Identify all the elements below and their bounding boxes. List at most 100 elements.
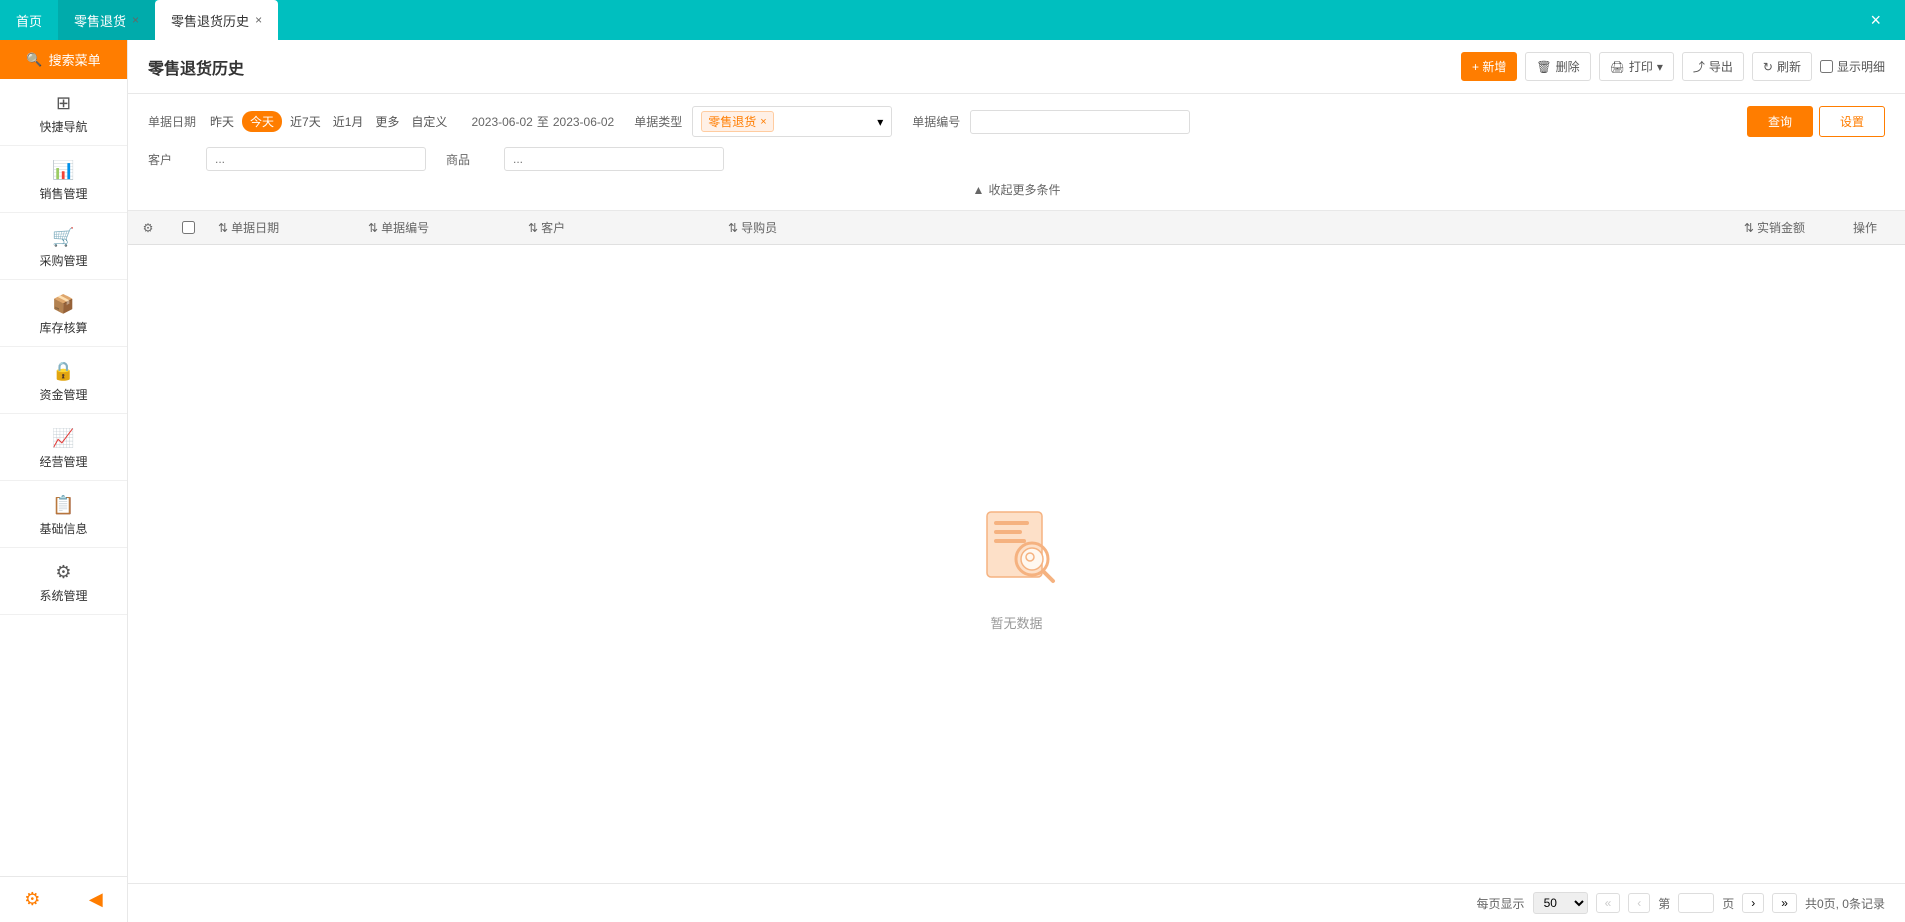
bill-no-input[interactable]	[970, 110, 1190, 134]
page-unit: 页	[1722, 895, 1734, 912]
bill-type-select[interactable]: 零售退货 × ▾	[692, 106, 892, 137]
sidebar-item-system-label: 系统管理	[39, 587, 87, 604]
th-settings[interactable]: ⚙	[128, 221, 168, 235]
filter-group-customer: 客户	[148, 147, 426, 171]
settings-bottom-icon[interactable]: ⚙	[24, 889, 40, 910]
th-billno[interactable]: ⇅ 单据编号	[358, 219, 518, 236]
th-date[interactable]: ⇅ 单据日期	[208, 219, 358, 236]
page-size-select[interactable]: 10 20 50 100	[1533, 892, 1588, 914]
collapse-sidebar-icon[interactable]: ◀	[89, 889, 103, 910]
bill-type-dropdown-icon: ▾	[877, 115, 883, 129]
refresh-button[interactable]: ↻ 刷新	[1752, 52, 1812, 81]
date-btn-yesterday[interactable]: 昨天	[206, 111, 238, 132]
bill-type-chip-remove[interactable]: ×	[760, 116, 766, 128]
sidebar-item-sales[interactable]: 📊 销售管理	[0, 146, 127, 213]
goods-input[interactable]	[504, 147, 724, 171]
th-customer[interactable]: ⇅ 客户	[518, 219, 718, 236]
add-button[interactable]: + 新增	[1461, 52, 1517, 81]
filter-row-2: 客户 商品	[148, 147, 1885, 171]
show-detail-text: 显示明细	[1837, 58, 1885, 75]
tab-retail-return-close[interactable]: ×	[132, 13, 139, 27]
pagination-bar: 每页显示 10 20 50 100 « ‹ 第 1 页 › » 共0页, 0条记…	[128, 883, 1905, 922]
refresh-icon: ↻	[1763, 60, 1773, 74]
tab-home[interactable]: 首页	[0, 0, 58, 40]
date-btn-more[interactable]: 更多	[371, 111, 403, 132]
sidebar-search-label: 搜索菜单	[49, 50, 101, 69]
customer-filter-label: 客户	[148, 151, 198, 168]
export-button[interactable]: ⤴ 导出	[1682, 52, 1744, 81]
sidebar-item-purchase[interactable]: 🛒 采购管理	[0, 213, 127, 280]
query-button[interactable]: 查询	[1747, 106, 1813, 137]
th-billno-label: 单据编号	[381, 219, 429, 236]
th-amount-label: 实销金额	[1757, 219, 1805, 236]
filter-group-date: 单据日期 昨天 今天 近7天 近1月 更多 自定义	[148, 111, 451, 132]
delete-button[interactable]: 🗑 删除	[1525, 52, 1590, 81]
tab-retail-return-history-close[interactable]: ×	[255, 13, 262, 27]
sidebar-item-inventory[interactable]: 📦 库存核算	[0, 280, 127, 347]
bill-no-label: 单据编号	[912, 113, 962, 130]
sidebar-item-basic[interactable]: 📋 基础信息	[0, 481, 127, 548]
top-bar: 首页 零售退货 × 零售退货历史 × ×	[0, 0, 1905, 40]
tab-home-label: 首页	[16, 11, 42, 30]
operation-icon: 📈	[52, 428, 74, 449]
customer-input[interactable]	[206, 147, 426, 171]
collapse-label: 收起更多条件	[988, 181, 1060, 198]
system-icon: ⚙	[55, 562, 71, 583]
sidebar-item-basic-label: 基础信息	[39, 520, 87, 537]
page-prev-button[interactable]: ‹	[1628, 893, 1650, 913]
date-btn-today[interactable]: 今天	[242, 111, 282, 132]
th-amount-sort-icon: ⇅	[1744, 221, 1754, 235]
export-label: 导出	[1709, 58, 1733, 75]
print-button[interactable]: 🖨 打印 ▾	[1599, 52, 1674, 81]
sidebar: 🔍 搜索菜单 ⊞ 快捷导航 📊 销售管理 🛒 采购管理 📦 库存核算 🔒 资金管…	[0, 40, 128, 922]
content-area: 零售退货历史 + 新增 🗑 删除 🖨 打印 ▾ ⤴ 导出 ↻	[128, 40, 1905, 922]
show-detail-label[interactable]: 显示明细	[1820, 58, 1885, 75]
th-date-label: 单据日期	[231, 219, 279, 236]
date-btn-custom[interactable]: 自定义	[407, 111, 451, 132]
empty-state: 暂无数据	[128, 245, 1905, 883]
sidebar-bottom: ⚙ ◀	[0, 876, 127, 922]
date-btn-7days[interactable]: 近7天	[286, 111, 325, 132]
sidebar-item-finance-label: 资金管理	[39, 386, 87, 403]
date-buttons: 昨天 今天 近7天 近1月 更多 自定义	[206, 111, 451, 132]
sidebar-search[interactable]: 🔍 搜索菜单	[0, 40, 127, 79]
page-size-label: 每页显示	[1477, 895, 1525, 912]
page-number-input[interactable]: 1	[1678, 893, 1714, 913]
empty-illustration	[967, 497, 1067, 597]
empty-text: 暂无数据	[990, 613, 1042, 632]
page-next-button[interactable]: ›	[1742, 893, 1764, 913]
th-checkbox[interactable]	[168, 221, 208, 234]
top-bar-right: ×	[1862, 10, 1905, 31]
search-icon: 🔍	[26, 52, 42, 68]
tab-list: 首页 零售退货 × 零售退货历史 ×	[0, 0, 1862, 40]
sidebar-item-system[interactable]: ⚙ 系统管理	[0, 548, 127, 615]
th-guide[interactable]: ⇅ 导购员	[718, 219, 838, 236]
page-last-button[interactable]: »	[1772, 893, 1797, 913]
show-detail-checkbox[interactable]	[1820, 60, 1833, 73]
finance-icon: 🔒	[52, 361, 74, 382]
window-close-button[interactable]: ×	[1862, 10, 1889, 31]
date-btn-1month[interactable]: 近1月	[329, 111, 368, 132]
tab-retail-return-history[interactable]: 零售退货历史 ×	[155, 0, 278, 40]
settings-button[interactable]: 设置	[1819, 106, 1885, 137]
print-dropdown-icon: ▾	[1657, 60, 1663, 74]
sidebar-item-quicknav[interactable]: ⊞ 快捷导航	[0, 79, 127, 146]
sidebar-item-finance[interactable]: 🔒 资金管理	[0, 347, 127, 414]
page-first-button[interactable]: «	[1596, 893, 1621, 913]
th-amount[interactable]: ⇅ 实销金额	[838, 219, 1825, 236]
sidebar-item-inventory-label: 库存核算	[39, 319, 87, 336]
select-all-checkbox[interactable]	[182, 221, 195, 234]
main-layout: 🔍 搜索菜单 ⊞ 快捷导航 📊 销售管理 🛒 采购管理 📦 库存核算 🔒 资金管…	[0, 40, 1905, 922]
collapse-button[interactable]: ▲ 收起更多条件	[973, 181, 1061, 198]
filter-area: 单据日期 昨天 今天 近7天 近1月 更多 自定义 2023-06-02 至 2…	[128, 94, 1905, 211]
table-header: ⚙ ⇅ 单据日期 ⇅ 单据编号 ⇅ 客户 ⇅	[128, 211, 1905, 245]
th-action-label: 操作	[1853, 219, 1877, 236]
delete-icon: 🗑	[1536, 60, 1551, 74]
date-to: 2023-06-02	[553, 115, 614, 129]
sidebar-item-operation[interactable]: 📈 经营管理	[0, 414, 127, 481]
tab-retail-return[interactable]: 零售退货 ×	[58, 0, 155, 40]
goods-filter-label: 商品	[446, 151, 496, 168]
delete-label: 删除	[1556, 58, 1580, 75]
column-settings-icon[interactable]: ⚙	[143, 221, 154, 235]
th-guide-sort-icon: ⇅	[728, 221, 738, 235]
